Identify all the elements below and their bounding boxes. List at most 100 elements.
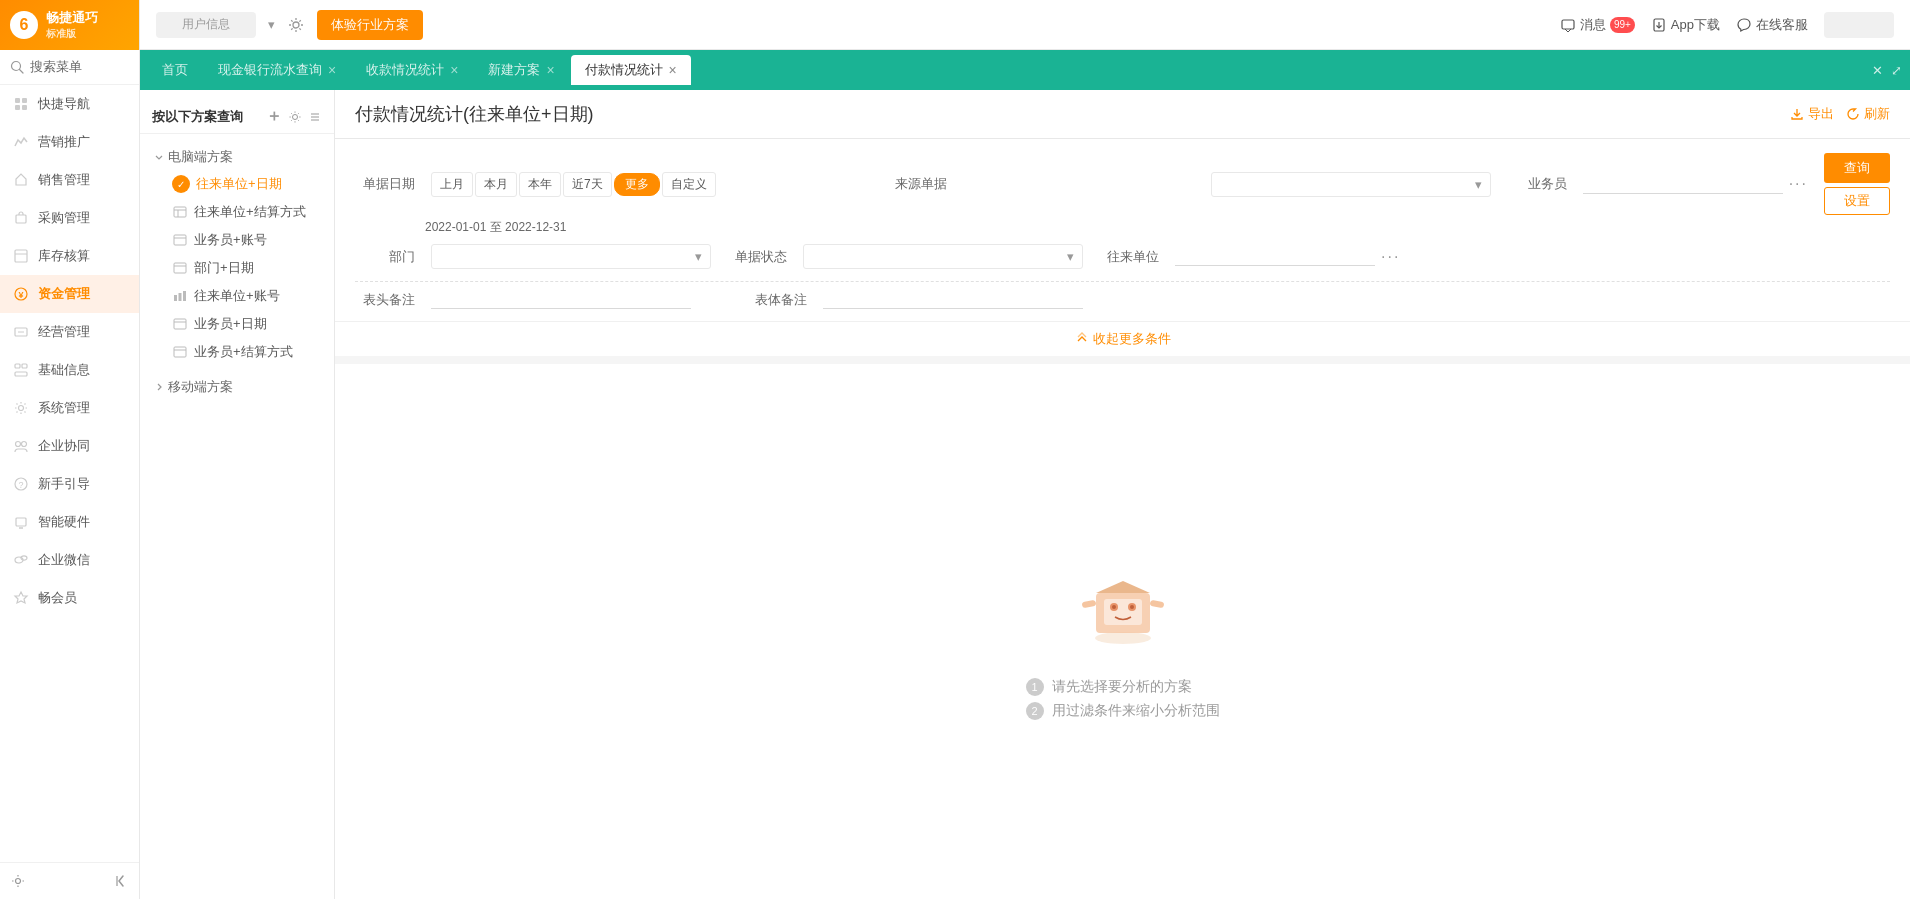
empty-step-1: 1 请先选择要分析的方案 (1026, 678, 1220, 696)
sidebar-item-basic[interactable]: 基础信息 (0, 351, 139, 389)
sidebar-item-inventory[interactable]: 库存核算 (0, 237, 139, 275)
scheme-item-unit-payment[interactable]: 往来单位+结算方式 (148, 198, 326, 226)
staff-input[interactable] (1583, 175, 1783, 194)
last-month-btn[interactable]: 上月 (431, 172, 473, 197)
scheme-item-staff-date[interactable]: 业务员+日期 (148, 310, 326, 338)
sidebar-search-label: 搜索菜单 (30, 58, 82, 76)
sidebar-item-wechat[interactable]: 企业微信 (0, 541, 139, 579)
empty-state: 1 请先选择要分析的方案 2 用过滤条件来缩小分析范围 (335, 364, 1910, 899)
custom-btn[interactable]: 自定义 (662, 172, 716, 197)
svg-point-17 (16, 442, 21, 447)
sidebar-item-member[interactable]: 畅会员 (0, 579, 139, 617)
svg-rect-41 (179, 293, 182, 301)
sidebar-item-system[interactable]: 系统管理 (0, 389, 139, 427)
tab-home[interactable]: 首页 (148, 55, 202, 85)
sidebar-item-capital[interactable]: ¥ 资金管理 (0, 275, 139, 313)
more-btn[interactable]: 更多 (614, 173, 660, 196)
sidebar-item-marketing[interactable]: 营销推广 (0, 123, 139, 161)
scheme-label: 往来单位+日期 (196, 175, 282, 193)
sidebar-item-label: 企业协同 (38, 437, 90, 455)
online-service-btn[interactable]: 在线客服 (1736, 16, 1808, 34)
operations-icon (12, 323, 30, 341)
collapse-sidebar-btn[interactable] (113, 873, 129, 889)
sidebar-item-label: 快捷导航 (38, 95, 90, 113)
tabs-actions: ✕ ⤢ (1872, 63, 1902, 78)
header-note-input[interactable] (431, 290, 691, 309)
app-download-label: App下载 (1671, 16, 1720, 34)
scheme-settings-btn[interactable] (288, 110, 302, 124)
page-title: 付款情况统计(往来单位+日期) (355, 102, 594, 126)
app-download-btn[interactable]: App下载 (1651, 16, 1720, 34)
source-label: 来源单据 (895, 176, 947, 191)
settings-footer-btn[interactable] (10, 873, 26, 889)
tab-expand[interactable]: ⤢ (1891, 63, 1902, 78)
partner-dots-btn[interactable]: ··· (1381, 248, 1400, 266)
sidebar-item-operations[interactable]: 经营管理 (0, 313, 139, 351)
add-scheme-btn[interactable]: ＋ (266, 106, 282, 127)
user-avatar[interactable] (1824, 12, 1894, 38)
scheme-item-staff-payment[interactable]: 业务员+结算方式 (148, 338, 326, 366)
tab-income-stats-close[interactable]: × (450, 62, 458, 78)
messages-badge: 99+ (1610, 17, 1635, 33)
dept-select[interactable]: ▾ (431, 244, 711, 269)
tab-payment-stats-close[interactable]: × (669, 62, 677, 78)
export-btn[interactable]: 导出 (1790, 105, 1834, 123)
collapse-filter-btn[interactable]: 收起更多条件 (1075, 330, 1171, 348)
svg-rect-6 (16, 215, 26, 223)
tabs-bar: 首页 现金银行流水查询 × 收款情况统计 × 新建方案 × 付款情况统计 × ✕… (140, 50, 1910, 90)
sidebar-item-cooperation[interactable]: 企业协同 (0, 427, 139, 465)
scheme-item-staff-account[interactable]: 业务员+账号 (148, 226, 326, 254)
tab-payment-stats[interactable]: 付款情况统计 × (571, 55, 691, 85)
filter-settings-btn[interactable]: 设置 (1824, 187, 1890, 215)
sidebar-item-purchase[interactable]: 采购管理 (0, 199, 139, 237)
topbar-settings-icon[interactable] (287, 16, 305, 34)
this-year-btn[interactable]: 本年 (519, 172, 561, 197)
query-btn[interactable]: 查询 (1824, 153, 1890, 183)
voucher-status-select[interactable]: ▾ (803, 244, 1083, 269)
scheme-item-unit-account[interactable]: 往来单位+账号 (148, 282, 326, 310)
sidebar-footer (0, 862, 139, 899)
tab-new-scheme-close[interactable]: × (546, 62, 554, 78)
refresh-btn[interactable]: 刷新 (1846, 105, 1890, 123)
svg-rect-29 (1562, 20, 1574, 29)
tab-new-scheme[interactable]: 新建方案 × (474, 55, 568, 85)
svg-point-53 (1130, 605, 1134, 609)
tab-income-stats[interactable]: 收款情况统计 × (352, 55, 472, 85)
scheme-label: 业务员+账号 (194, 231, 267, 249)
sidebar-item-label: 资金管理 (38, 285, 90, 303)
svg-point-47 (1095, 632, 1151, 644)
this-month-btn[interactable]: 本月 (475, 172, 517, 197)
last7-btn[interactable]: 近7天 (563, 172, 612, 197)
tab-income-stats-label: 收款情况统计 (366, 61, 444, 79)
sidebar-search[interactable]: 搜索菜单 (0, 50, 139, 85)
staff-dots-btn[interactable]: ··· (1789, 175, 1808, 193)
svg-rect-4 (15, 105, 20, 110)
partner-input[interactable] (1175, 247, 1375, 266)
search-icon (10, 60, 24, 74)
sales-icon (12, 171, 30, 189)
sidebar-item-sales[interactable]: 销售管理 (0, 161, 139, 199)
scheme-item-dept-date[interactable]: 部门+日期 (148, 254, 326, 282)
logo-icon: 6 (10, 11, 38, 39)
scheme-item-unit-date[interactable]: ✓ 往来单位+日期 (148, 170, 326, 198)
sidebar-item-quick-nav[interactable]: 快捷导航 (0, 85, 139, 123)
tab-close-all[interactable]: ✕ (1872, 63, 1883, 78)
filter-row-3: 表头备注 表体备注 (355, 290, 1890, 321)
sidebar-item-guide[interactable]: ? 新手引导 (0, 465, 139, 503)
trial-btn[interactable]: 体验行业方案 (317, 10, 423, 40)
body-note-input[interactable] (823, 290, 1083, 309)
scheme-label: 往来单位+账号 (194, 287, 280, 305)
source-voucher-select[interactable]: ▾ (1211, 172, 1491, 197)
tab-cash-flow[interactable]: 现金银行流水查询 × (204, 55, 350, 85)
messages-btn[interactable]: 消息 99+ (1560, 16, 1635, 34)
scheme-label: 部门+日期 (194, 259, 254, 277)
sidebar-item-hardware[interactable]: 智能硬件 (0, 503, 139, 541)
desktop-group-label[interactable]: 电脑端方案 (148, 144, 326, 170)
scheme-label: 业务员+日期 (194, 315, 267, 333)
scheme-collapse-btn[interactable] (308, 110, 322, 124)
filter-section: 单据日期 上月 本月 本年 近7天 更多 自定义 (335, 139, 1910, 356)
mobile-group-label[interactable]: 移动端方案 (148, 374, 326, 400)
tab-cash-flow-close[interactable]: × (328, 62, 336, 78)
user-dropdown-arrow[interactable]: ▾ (268, 17, 275, 32)
sidebar-item-label: 营销推广 (38, 133, 90, 151)
